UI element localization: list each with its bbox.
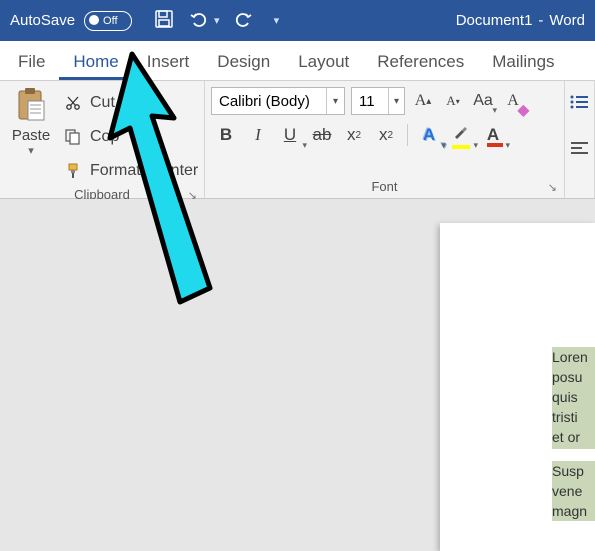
undo-dropdown-icon[interactable]: ▾ [214,14,220,27]
tab-mailings[interactable]: Mailings [478,44,568,80]
title-sep: - [538,12,543,29]
save-icon[interactable] [154,9,174,33]
font-color-icon: A [487,125,499,145]
bullets-icon [570,95,590,109]
cut-button[interactable]: Cut [64,89,198,117]
clipboard-icon [17,87,45,121]
font-group-label: Font ↘ [205,177,564,198]
title-bar: AutoSave Off ▾ ▾ Document1 - Word [0,0,595,41]
toggle-text: Off [103,15,117,27]
copy-icon [64,129,82,145]
tab-references[interactable]: References [363,44,478,80]
window-title: Document1 - Word [456,12,585,29]
document-text: Loren posu quis tristi et or [552,347,595,447]
autosave-toggle[interactable]: Off [84,11,132,31]
ribbon-tabs: File Home Insert Design Layout Reference… [0,41,595,81]
quick-access-toolbar: ▾ ▾ [154,9,279,33]
copy-button[interactable]: Cop [64,123,198,151]
align-left-icon [570,141,590,155]
group-font: Calibri (Body) ▾ 11 ▾ A▴ A▾ Aa▾ A◆ B I U… [205,81,565,198]
document-page[interactable]: Loren posu quis tristi et or Susp vene m… [440,223,595,551]
font-name-value: Calibri (Body) [219,93,310,110]
font-row-2: B I U▾ ab x2 x2 A▾ ▾ A▾ [211,121,558,149]
format-painter-label2: nter [171,162,199,180]
app-name: Word [549,12,585,29]
tab-insert[interactable]: Insert [133,44,204,80]
align-left-button[interactable] [568,135,592,161]
font-size-value: 11 [359,93,375,110]
group-clipboard: Paste ▾ Cut Cop [0,81,205,198]
underline-button[interactable]: U▾ [275,121,305,149]
font-size-dropdown-icon[interactable]: ▾ [388,88,404,114]
group-paragraph [565,81,595,198]
document-text: Susp vene magn [552,461,595,521]
italic-button[interactable]: I [243,121,273,149]
paste-label: Paste [12,127,50,144]
toggle-knob-icon [89,15,99,25]
tab-layout[interactable]: Layout [284,44,363,80]
undo-icon[interactable] [188,9,208,33]
grow-font-button[interactable]: A▴ [411,88,435,114]
format-painter-button[interactable]: Format nter [64,157,198,185]
autosave-label: AutoSave [10,12,75,29]
font-name-dropdown-icon[interactable]: ▾ [326,88,344,114]
font-size-combo[interactable]: 11 ▾ [351,87,405,115]
paste-dropdown-icon[interactable]: ▾ [28,144,34,157]
bold-button[interactable]: B [211,121,241,149]
subscript-button[interactable]: x2 [339,121,369,149]
bullets-button[interactable] [568,89,592,115]
tab-home[interactable]: Home [59,44,132,80]
shrink-font-button[interactable]: A▾ [441,88,465,114]
ribbon: Paste ▾ Cut Cop [0,81,595,199]
scissors-icon [64,95,82,111]
clear-formatting-button[interactable]: A◆ [501,88,525,114]
redo-icon[interactable] [234,9,254,33]
brush-icon [64,163,82,179]
separator [407,124,408,146]
document-canvas: Loren posu quis tristi et or Susp vene m… [0,199,595,551]
paste-button[interactable]: Paste ▾ [4,85,58,185]
cut-label: Cut [90,94,115,112]
superscript-button[interactable]: x2 [371,121,401,149]
change-case-button[interactable]: Aa▾ [471,88,495,114]
text-effects-button[interactable]: A▾ [414,121,444,149]
format-painter-label: Format [90,162,141,180]
doc-name: Document1 [456,12,533,29]
font-color-button[interactable]: A▾ [478,121,508,149]
tab-file[interactable]: File [0,44,59,80]
strikethrough-button[interactable]: ab [307,121,337,149]
font-name-combo[interactable]: Calibri (Body) ▾ [211,87,345,115]
highlighter-icon [452,124,470,147]
copy-label: Cop [90,128,119,146]
highlight-color-button[interactable]: ▾ [446,121,476,149]
autosave-group: AutoSave Off [10,11,132,31]
font-launcher-icon[interactable]: ↘ [548,181,557,194]
tab-design[interactable]: Design [203,44,284,80]
font-row-1: Calibri (Body) ▾ 11 ▾ A▴ A▾ Aa▾ A◆ [211,87,558,115]
qat-customize-icon[interactable]: ▾ [274,14,280,27]
eraser-icon: A◆ [507,92,519,110]
